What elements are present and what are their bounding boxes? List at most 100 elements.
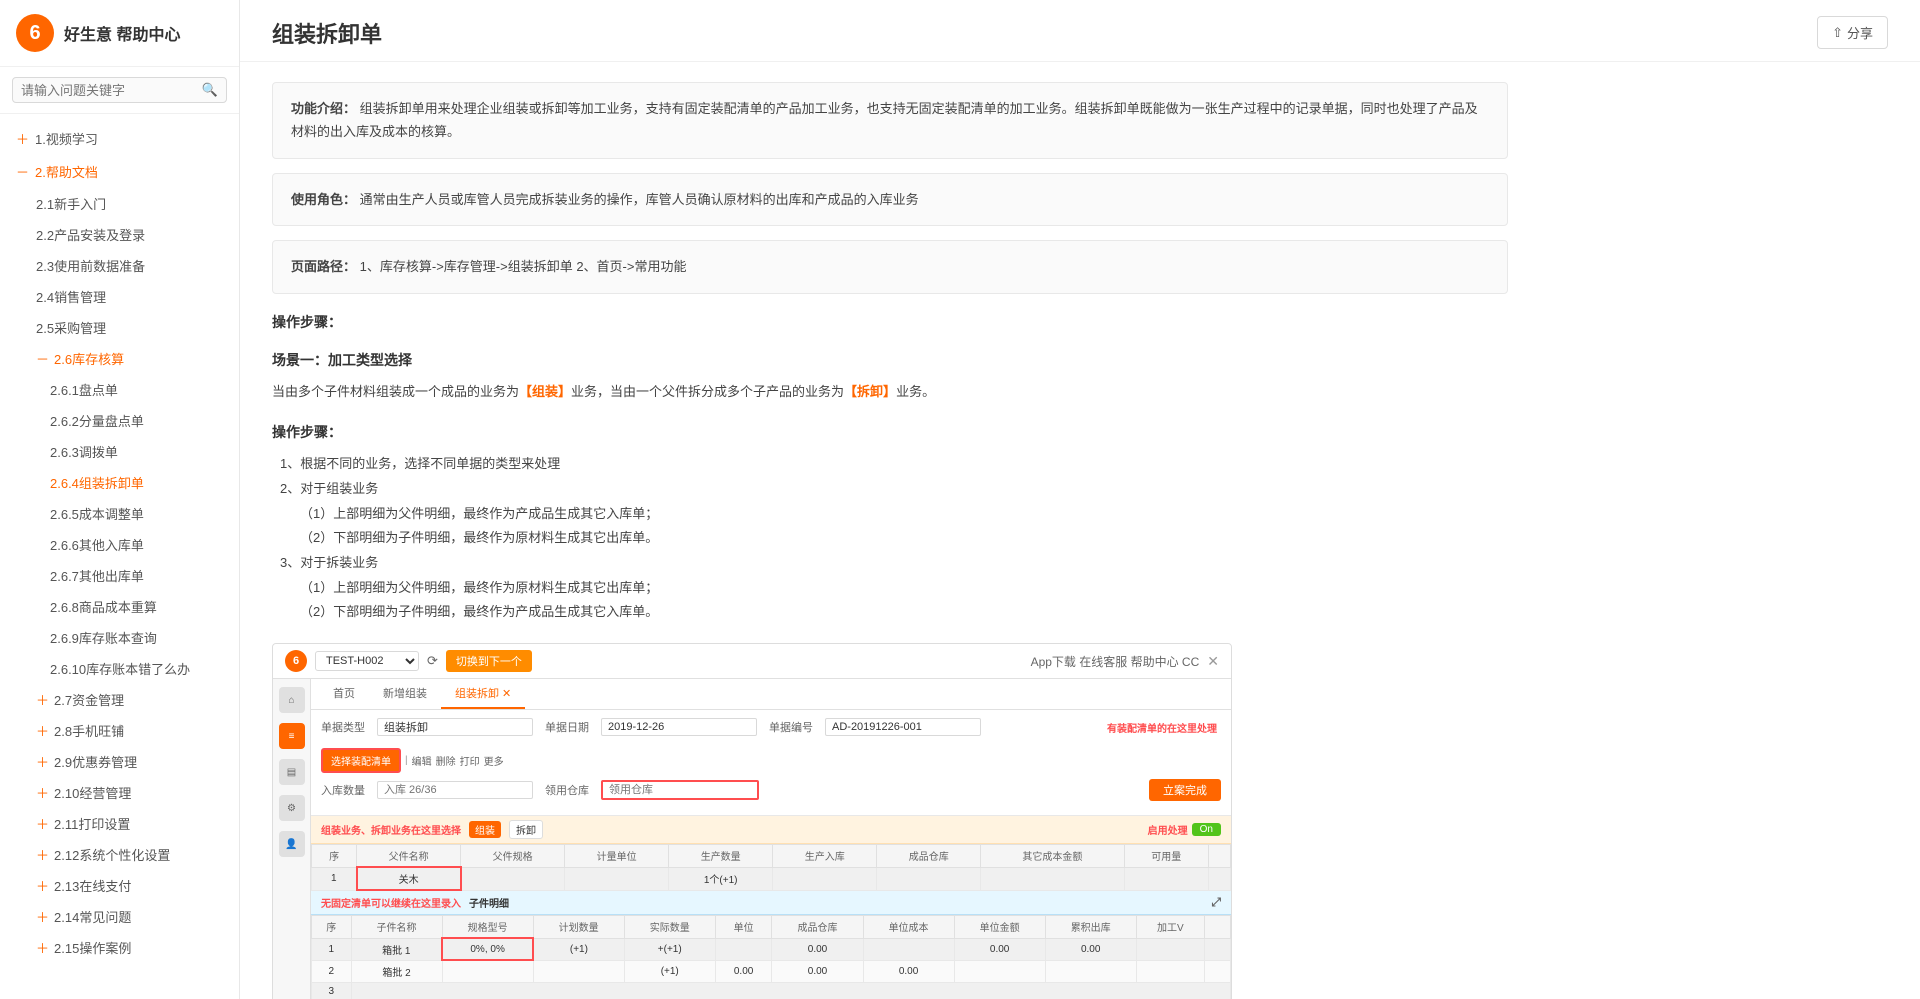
sidebar-item-install[interactable]: 2.2产品安装及登录 [0,219,239,250]
topbar-right-text: App下载 在线客服 帮助中心 CC [1031,653,1200,670]
sidebar-item-faq[interactable]: ＋ 2.14常见问题 [0,901,239,932]
function-intro-text: 组装拆卸单用来处理企业组装或拆卸等加工业务，支持有固定装配清单的产品加工业务，也… [291,101,1478,139]
sidebar-item-adjust[interactable]: 2.6.3调拨单 [0,436,239,467]
section-bottom-header: 无固定清单可以继续在这里录入 子件明细 ⤢ [311,891,1231,915]
num-label: 入库数量 [321,782,365,798]
btn-print[interactable]: 打印 [460,753,480,768]
refresh-icon[interactable]: ⟳ [427,653,438,669]
sidebar-item-stockcheck[interactable]: 2.6.1盘点单 [0,374,239,405]
sidebar-item-costcalc[interactable]: 2.6.8商品成本重算 [0,591,239,622]
path-label: 页面路径： [291,259,356,274]
sidebar-item-assembly[interactable]: 2.6.4组装拆卸单 [0,467,239,498]
sidebar-item-print[interactable]: ＋ 2.11打印设置 [0,808,239,839]
table-row: 3 [312,982,1231,999]
sidebar-item-data[interactable]: 2.3使用前数据准备 [0,250,239,281]
td-cost [981,867,1124,890]
btn-more[interactable]: 更多 [484,753,504,768]
main-header: 组装拆卸单 ⇧ 分享 [240,0,1920,62]
nav-icon-home[interactable]: ⌂ [279,687,305,713]
bth-seq: 序 [312,916,352,939]
sidebar-item-stockdistribute[interactable]: 2.6.2分量盘点单 [0,405,239,436]
sidebar-item-sysconfig[interactable]: ＋ 2.12系统个性化设置 [0,839,239,870]
plus-icon-online: ＋ [36,876,49,895]
sidebar-item-stockquery[interactable]: 2.6.9库存账本查询 [0,622,239,653]
mock-wrapper: 6 TEST-H002 ⟳ 切换到下一个 App下载 在线客服 帮助中心 CC … [273,644,1231,999]
nav-icon-list[interactable]: ≡ [279,723,305,749]
bill-input[interactable] [825,718,981,736]
th-available: 可用量 [1124,845,1208,868]
td-warehouse [877,867,981,890]
btn-delete[interactable]: 删除 [436,753,456,768]
app-inner: ⌂ ≡ ▤ ⚙ 👤 首页 新增组装 组装拆卸 ✕ [273,679,1231,999]
sidebar-item-costadj[interactable]: 2.6.5成本调整单 [0,498,239,529]
sidebar-item-docs[interactable]: － 2.帮助文档 [0,155,239,188]
top-table-container: 序 父件名称 父件规格 计量单位 生产数量 生产入库 成品仓库 其它成本金额 可 [311,844,1231,891]
app-main-area: 首页 新增组装 组装拆卸 ✕ 单据类型 单据日期 单据编号 [311,679,1231,999]
sidebar-item-coupon[interactable]: ＋ 2.9优惠券管理 [0,746,239,777]
sidebar-item-funds[interactable]: ＋ 2.7资金管理 [0,684,239,715]
bottom-table-header-row: 序 子件名称 规格型号 计划数量 实际数量 单位 成品仓库 单位成本 单位金额 [312,916,1231,939]
app-tab-assembly[interactable]: 组装拆卸 ✕ [441,679,525,709]
sidebar-item-sales[interactable]: 2.4销售管理 [0,281,239,312]
plus-icon-ops: ＋ [36,783,49,802]
bth-child-name: 子件名称 [351,916,442,939]
sidebar-item-mobile[interactable]: ＋ 2.8手机旺铺 [0,715,239,746]
sidebar-item-purchase[interactable]: 2.5采购管理 [0,312,239,343]
num-input[interactable] [377,781,533,799]
logo-text: 好生意 帮助中心 [64,21,180,45]
btn-edit[interactable]: 编辑 [412,753,432,768]
warehouse-input[interactable] [601,780,759,800]
app-topbar: 6 TEST-H002 ⟳ 切换到下一个 App下载 在线客服 帮助中心 CC … [273,644,1231,679]
ops-steps-title: 操作步骤： [272,312,1508,332]
annotation-mid-text: 组装业务、拆卸业务在这里选择 [321,822,461,837]
nav-tree: ＋ 1.视频学习 － 2.帮助文档 2.1新手入门 2.2产品安装及登录 2.3… [0,114,239,999]
sidebar-item-stockerr[interactable]: 2.6.10库存账本错了么办 [0,653,239,684]
plus-icon: ＋ [16,129,29,148]
sidebar-item-cases[interactable]: ＋ 2.15操作案例 [0,932,239,963]
status-on[interactable]: On [1192,823,1221,836]
step2-sub1: （1）上部明细为父件明细，最终作为产成品生成其它入库单； [300,502,1508,527]
date-label: 单据日期 [545,719,589,735]
app-company-selector[interactable]: TEST-H002 [315,651,419,671]
sidebar-item-video[interactable]: ＋ 1.视频学习 [0,122,239,155]
btn-select-assembly[interactable]: 选择装配清单 [321,748,401,773]
nav-icon-chart[interactable]: ▤ [279,759,305,785]
type-input[interactable] [377,718,533,736]
expand-icon[interactable]: ⤢ [1211,895,1221,910]
nav-icon-user[interactable]: 👤 [279,831,305,857]
type-badge-disassembly[interactable]: 拆卸 [509,820,543,839]
app-tab-home[interactable]: 首页 [319,679,369,709]
sidebar-item-inventory[interactable]: － 2.6库存核算 [0,343,239,374]
nav-icon-settings[interactable]: ⚙ [279,795,305,821]
highlight-disassembly: 【拆卸】 [844,384,896,399]
share-button[interactable]: ⇧ 分享 [1817,16,1888,49]
step3-sub2: （2）下部明细为子件明细，最终作为产成品生成其它入库单。 [300,600,1508,625]
th-warehouse: 成品仓库 [877,845,981,868]
close-icon[interactable]: ✕ [1207,653,1219,670]
bth-ops [1205,916,1231,939]
app-topbar-right: App下载 在线客服 帮助中心 CC ✕ [1031,653,1219,670]
sidebar-item-otherin[interactable]: 2.6.6其他入库单 [0,529,239,560]
section-type-selector: 组装业务、拆卸业务在这里选择 组装 拆卸 启用处理 On [311,816,1231,844]
page-title: 组装拆卸单 [272,17,382,49]
sidebar-item-online[interactable]: ＋ 2.13在线支付 [0,870,239,901]
app-tab-newassembly[interactable]: 新增组装 [369,679,441,709]
sidebar-item-ops[interactable]: ＋ 2.10经营管理 [0,777,239,808]
btn-confirm[interactable]: 立案完成 [1149,779,1221,801]
table-row: 1 箱批 1 0%, 0% (+1) +(+1) 0.00 0.00 [312,938,1231,960]
sidebar-item-otherout[interactable]: 2.6.7其他出库单 [0,560,239,591]
screenshot-container: 6 TEST-H002 ⟳ 切换到下一个 App下载 在线客服 帮助中心 CC … [272,643,1232,999]
bth-unit-cost: 单位成本 [863,916,954,939]
type-badge-assembly[interactable]: 组装 [469,821,501,838]
form-row-2: 入库数量 领用仓库 立案完成 [321,779,1221,801]
bottom-table-container: 序 子件名称 规格型号 计划数量 实际数量 单位 成品仓库 单位成本 单位金额 [311,915,1231,999]
app-btn-next[interactable]: 切换到下一个 [446,650,532,672]
td-available [1124,867,1208,890]
app-logo: 6 [285,650,307,672]
td-seq: 1 [312,867,357,890]
search-input[interactable] [21,83,202,98]
sidebar-item-new[interactable]: 2.1新手入门 [0,188,239,219]
search-icon[interactable]: 🔍 [202,82,218,98]
highlight-assembly: 【组装】 [519,384,571,399]
date-input[interactable] [601,718,757,736]
